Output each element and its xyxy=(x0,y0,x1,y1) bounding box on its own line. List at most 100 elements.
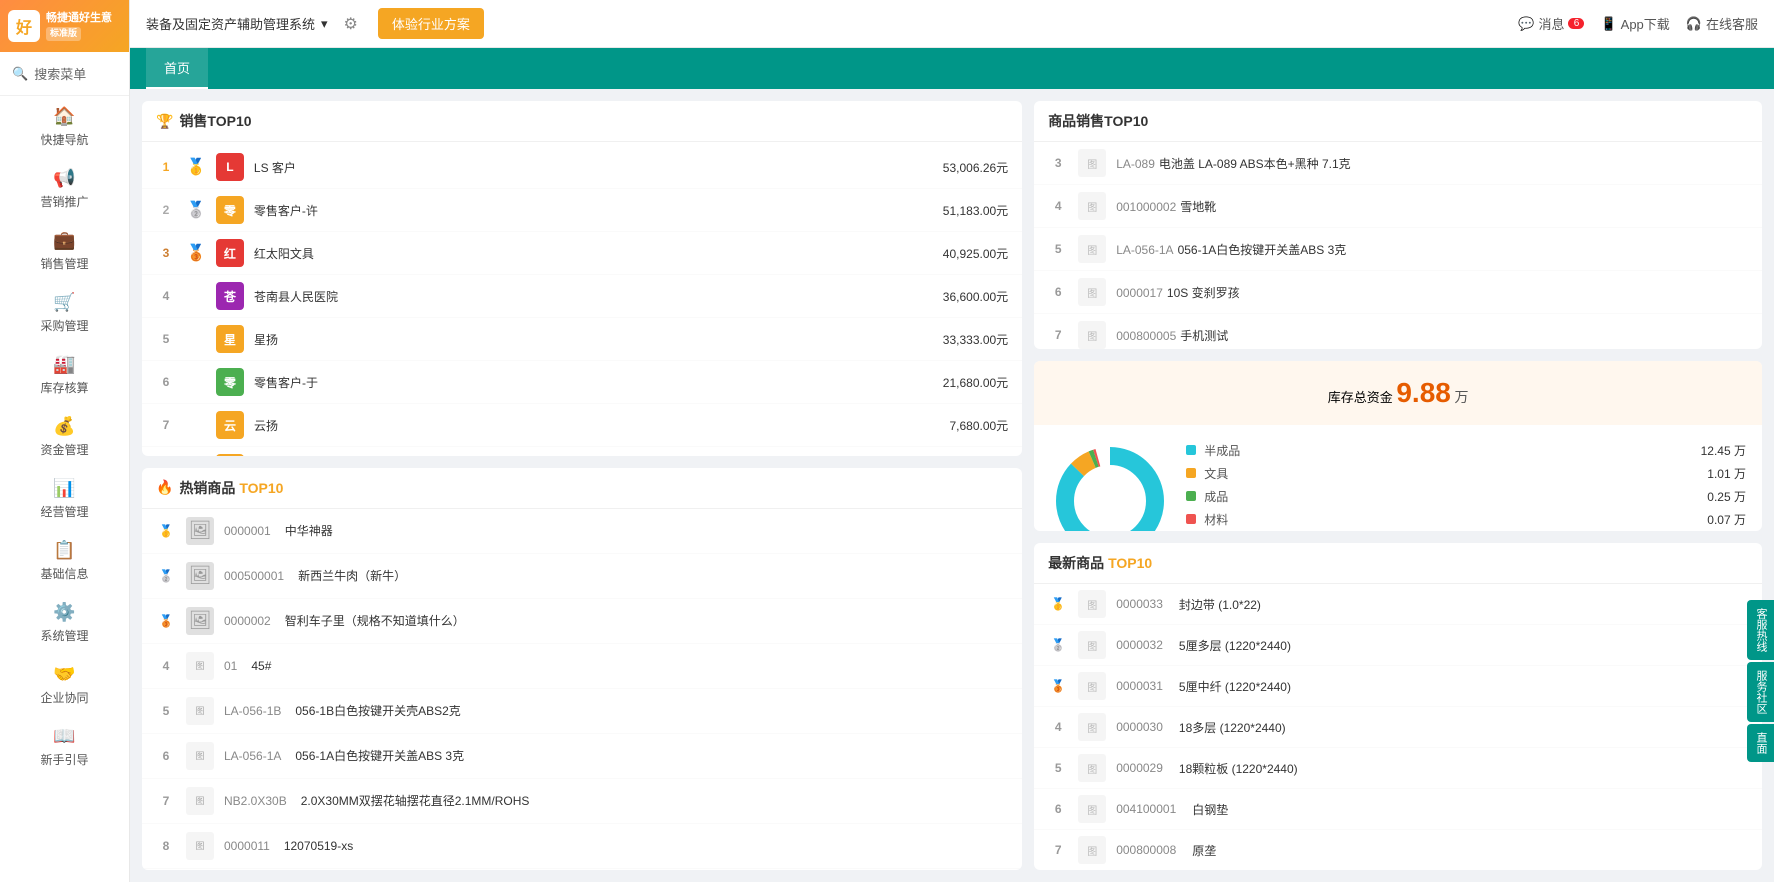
rank-number: 4 xyxy=(1048,199,1068,213)
rank-name: 苍南县人民医院 xyxy=(254,288,933,305)
donut-chart-wrapper: 库存资金占比 xyxy=(1050,441,1170,532)
newest-products-title: 最新商品 TOP10 xyxy=(1048,553,1152,573)
nav-label-2: 销售管理 xyxy=(40,255,88,272)
product-name: 原垄 xyxy=(1192,842,1216,859)
product-code: 01 xyxy=(224,659,237,673)
message-btn[interactable]: 💬 消息 6 xyxy=(1518,14,1584,33)
rank-number: 🥈 xyxy=(1048,638,1068,652)
legend-name: 半成品 xyxy=(1204,442,1692,459)
sidebar-nav-item-3[interactable]: 🛒采购管理 xyxy=(0,282,129,344)
nav-label-5: 资金管理 xyxy=(40,441,88,458)
product-name: 18颗粒板 (1220*2440) xyxy=(1179,760,1298,777)
nav-label-8: 系统管理 xyxy=(40,627,88,644)
phone-icon: 📱 xyxy=(1600,16,1616,32)
chevron-down-icon: ▾ xyxy=(321,16,328,32)
nav-icon-7: 📋 xyxy=(53,540,75,561)
legend-color-dot xyxy=(1186,445,1196,455)
nav-icon-10: 📖 xyxy=(53,726,75,747)
nav-icon-1: 📢 xyxy=(53,168,75,189)
sidebar-nav-item-7[interactable]: 📋 基础信息 xyxy=(0,530,129,592)
trial-btn[interactable]: 体验行业方案 xyxy=(378,8,484,39)
float-btn-2[interactable]: 直面 xyxy=(1747,724,1774,762)
product-thumb: 图 xyxy=(186,832,214,860)
rank-name: 零售客户-于 xyxy=(254,374,933,391)
main-area: 装备及固定资产辅助管理系统 ▾ ⚙ 体验行业方案 💬 消息 6 📱 App下载 … xyxy=(130,0,1774,882)
rank-number: 3 xyxy=(156,246,176,260)
sidebar-nav-item-2[interactable]: 💼 销售管理 xyxy=(0,220,129,282)
sidebar-nav-item-10[interactable]: 📖新手引导 xyxy=(0,716,129,778)
sidebar-nav-item-0[interactable]: 🏠快捷导航 xyxy=(0,96,129,158)
product-thumb: 🖼 xyxy=(186,517,214,545)
rank-number: 6 xyxy=(156,749,176,763)
product-name: 45# xyxy=(251,659,271,673)
nav-icon-0: 🏠 xyxy=(53,106,75,127)
rank-number: 🥉 xyxy=(156,614,176,628)
legend-value: 0.25 万 xyxy=(1707,488,1746,505)
list-item: 4 图 001000002雪地靴 xyxy=(1034,185,1762,228)
product-name: 056-1B白色按键开关壳ABS2克 xyxy=(295,702,460,719)
topbar: 装备及固定资产辅助管理系统 ▾ ⚙ 体验行业方案 💬 消息 6 📱 App下载 … xyxy=(130,0,1774,48)
goods-sales-card: 商品销售TOP10 3 图 LA-089电池盖 LA-089 ABS本色+黑种 … xyxy=(1034,101,1762,349)
product-info: LA-089电池盖 LA-089 ABS本色+黑种 7.1克 xyxy=(1116,155,1748,172)
product-name: 中华神器 xyxy=(285,522,333,539)
product-code: 000800008 xyxy=(1116,843,1176,857)
rank-number: 6 xyxy=(156,375,176,389)
rank-number: 1 xyxy=(156,160,176,174)
search-menu-button[interactable]: 🔍 搜索菜单 xyxy=(8,60,121,87)
rank-avatar: 苍 xyxy=(216,282,244,310)
rank-number: 4 xyxy=(156,659,176,673)
medal-icon: 🥈 xyxy=(186,200,206,220)
product-code: LA-056-1A xyxy=(224,749,281,763)
content-left: 🏆 销售TOP10 1 🥇 L LS 客户 53,006.26元 2 🥈 零 零… xyxy=(130,89,1034,882)
online-service-btn[interactable]: 🎧 在线客服 xyxy=(1686,14,1758,33)
product-info: LA-056-1A056-1A白色按键开关盖ABS 3克 xyxy=(1116,241,1748,258)
sidebar-nav-item-1[interactable]: 📢 营销推广 xyxy=(0,158,129,220)
topbar-right: 💬 消息 6 📱 App下载 🎧 在线客服 xyxy=(1518,14,1758,33)
product-thumb: 🖼 xyxy=(186,562,214,590)
nav-icon-2: 💼 xyxy=(53,230,75,251)
legend-name: 成品 xyxy=(1204,488,1699,505)
sidebar-nav-item-4[interactable]: 🏭库存核算 xyxy=(0,344,129,406)
logo-icon: 好 xyxy=(8,10,40,42)
product-code: 0000029 xyxy=(1116,761,1163,775)
sidebar-nav-item-9[interactable]: 🤝企业协同 xyxy=(0,654,129,716)
list-item: 🥉 🖼 0000002 智利车子里（规格不知道填什么） xyxy=(142,599,1022,644)
nav-icon-3: 🛒 xyxy=(53,292,75,313)
rank-number: 2 xyxy=(156,203,176,217)
nav-label-1: 营销推广 xyxy=(40,193,88,210)
product-code: NB2.0X30B xyxy=(224,794,287,808)
legend-name: 文具 xyxy=(1204,465,1699,482)
product-info: 000800005手机测试 xyxy=(1116,327,1748,344)
rank-number: 7 xyxy=(156,794,176,808)
list-item: 7 图 NB2.0X30B 2.0X30MM双摆花轴摆花直径2.1MM/ROHS xyxy=(142,779,1022,824)
sidebar-nav-item-8[interactable]: ⚙️系统管理 xyxy=(0,592,129,654)
app-download-btn[interactable]: 📱 App下载 xyxy=(1600,14,1669,33)
rank-avatar: 零 xyxy=(216,368,244,396)
rank-avatar: 肖 xyxy=(216,454,244,456)
list-item: 9 图 KK-SD22110H 花语萌但温分腿裤袜（厚款） xyxy=(142,869,1022,870)
sidebar-nav-item-6[interactable]: 📊经营管理 xyxy=(0,468,129,530)
legend-color-dot xyxy=(1186,514,1196,524)
rank-number: 🥉 xyxy=(1048,679,1068,693)
message-icon: 💬 xyxy=(1518,16,1534,32)
product-thumb: 图 xyxy=(1078,795,1106,823)
product-code: 004100001 xyxy=(1116,802,1176,816)
rank-amount: 40,925.00元 xyxy=(943,245,1008,262)
tab-home[interactable]: 首页 xyxy=(146,48,208,89)
rank-number: 🥈 xyxy=(156,569,176,583)
product-code: 0000031 xyxy=(1116,679,1163,693)
rank-number: 5 xyxy=(1048,242,1068,256)
rank-amount: 51,183.00元 xyxy=(943,202,1008,219)
rank-number: 6 xyxy=(1048,285,1068,299)
system-selector[interactable]: 装备及固定资产辅助管理系统 ▾ xyxy=(146,14,328,33)
settings-icon[interactable]: ⚙ xyxy=(344,14,358,34)
rank-amount: 33,333.00元 xyxy=(943,331,1008,348)
rank-avatar: 星 xyxy=(216,325,244,353)
search-icon: 🔍 xyxy=(12,66,28,82)
nav-label-7: 基础信息 xyxy=(40,565,88,582)
product-name: 2.0X30MM双摆花轴摆花直径2.1MM/ROHS xyxy=(301,792,530,809)
float-btn-1[interactable]: 服务社区 xyxy=(1747,662,1774,722)
sidebar-search[interactable]: 🔍 搜索菜单 xyxy=(0,52,129,96)
sidebar-nav-item-5[interactable]: 💰资金管理 xyxy=(0,406,129,468)
float-btn-0[interactable]: 客服热线 xyxy=(1747,600,1774,660)
